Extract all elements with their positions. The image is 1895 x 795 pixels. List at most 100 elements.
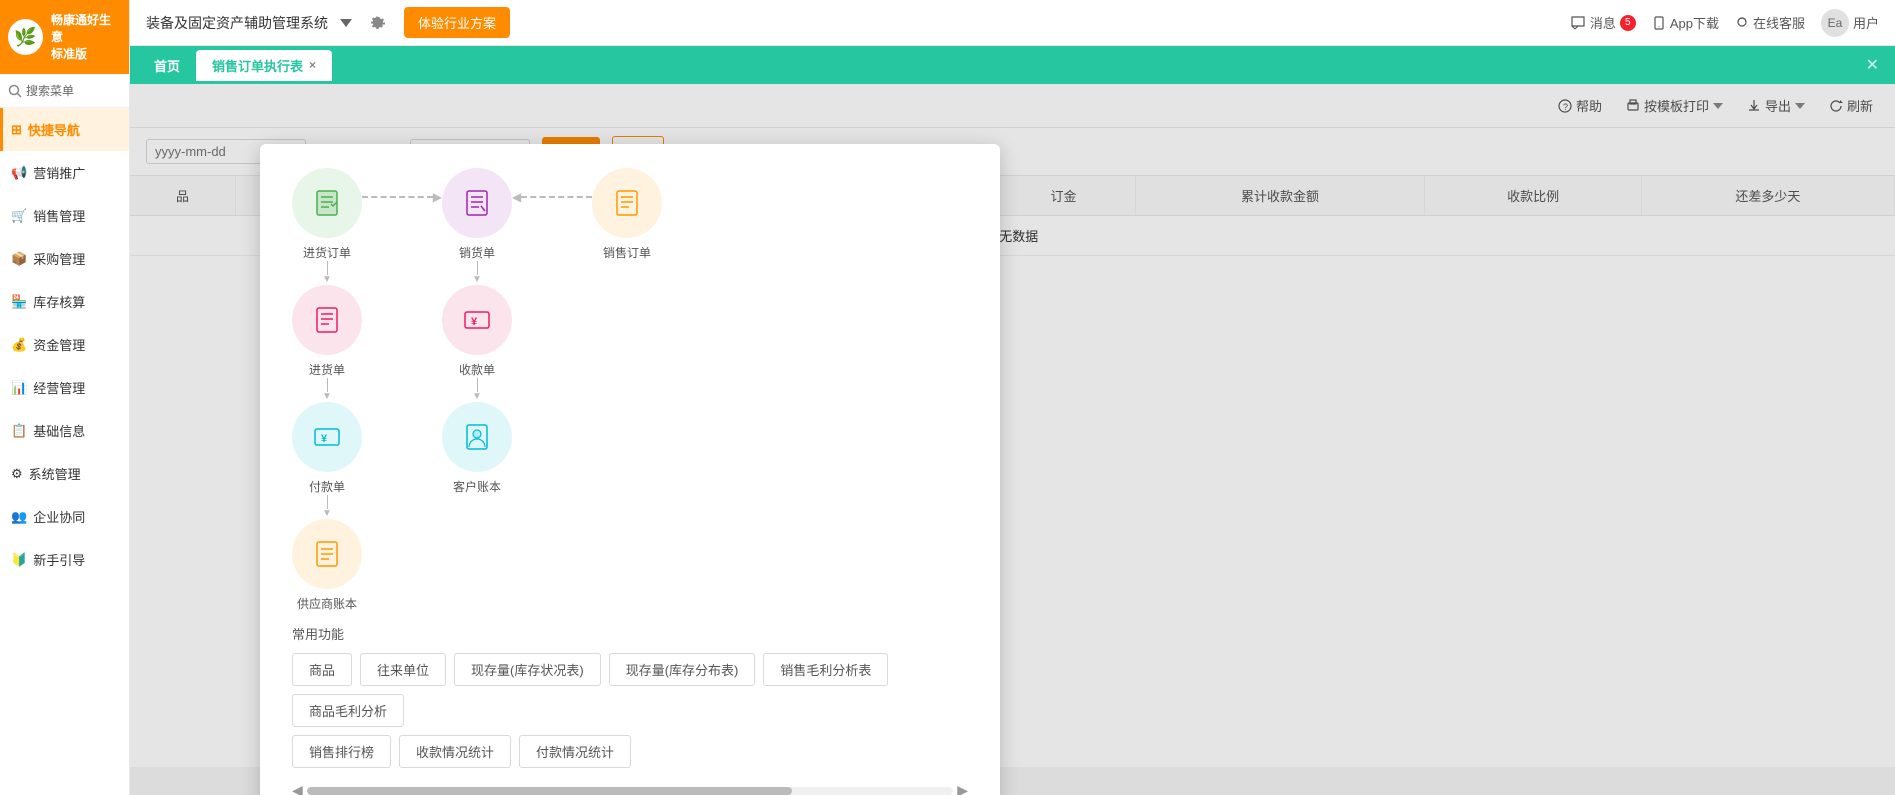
purchase-order-label: 进货订单 [303, 244, 351, 261]
common-btn-sales-rank[interactable]: 销售排行榜 [292, 735, 391, 768]
sidebar-item-label: 基础信息 [33, 421, 85, 440]
tabbar: 首页 销售订单执行表 × ✕ [130, 46, 1895, 84]
common-functions-title: 常用功能 [292, 624, 968, 643]
common-btn-inventory-status[interactable]: 现存量(库存状况表) [454, 653, 601, 686]
customer-ledger-icon [442, 402, 512, 472]
sidebar-item-quick-nav[interactable]: ⊞ 快捷导航 [0, 108, 129, 151]
tab-home[interactable]: 首页 [138, 50, 196, 81]
sidebar-search[interactable]: 搜索菜单 [0, 74, 129, 108]
logo-text: 畅康通好生意 标准版 [51, 12, 121, 62]
collab-icon: 👥 [11, 509, 27, 525]
sidebar-item-purchase[interactable]: 📦 采购管理 [0, 237, 129, 280]
tab-sales-order-exec-label: 销售订单执行表 [212, 56, 303, 75]
message-icon [1570, 15, 1586, 31]
sidebar-item-inventory[interactable]: 🏪 库存核算 [0, 280, 129, 323]
sidebar-item-label: 资金管理 [33, 335, 85, 354]
payment-bill-icon: ¥ [292, 402, 362, 472]
sidebar-item-label: 采购管理 [33, 249, 85, 268]
system-title: 装备及固定资产辅助管理系统 [146, 13, 328, 33]
close-window-btn[interactable]: ✕ [1858, 55, 1887, 75]
common-functions-section: 常用功能 商品 往来单位 现存量(库存状况表) 现存量(库存分布表) 销售毛利分… [292, 624, 968, 768]
user-avatar: Ea [1821, 9, 1849, 37]
online-service-label: 在线客服 [1753, 13, 1805, 32]
sidebar-item-sales[interactable]: 🛒 销售管理 [0, 194, 129, 237]
v-arrow-5: ▼ [472, 378, 482, 402]
finance-icon: 💰 [11, 337, 27, 353]
system-dropdown-btn[interactable] [340, 17, 352, 29]
sales-bill-label: 销货单 [459, 244, 495, 261]
sidebar-item-label: 销售管理 [33, 206, 85, 225]
sidebar-item-label: 快捷导航 [28, 120, 80, 139]
sidebar-item-collab[interactable]: 👥 企业协同 [0, 495, 129, 538]
receipt-bill-icon: ¥ [442, 285, 512, 355]
flow-item-supplier-ledger[interactable]: 供应商账本 [292, 519, 362, 612]
sidebar-item-basic[interactable]: 📋 基础信息 [0, 409, 129, 452]
common-btns-row1: 商品 往来单位 现存量(库存状况表) 现存量(库存分布表) 销售毛利分析表 商品… [292, 653, 968, 727]
flow-item-payment-bill[interactable]: ¥ 付款单 [292, 402, 362, 495]
quick-nav-icon: ⊞ [11, 122, 22, 138]
common-btn-sales-profit[interactable]: 销售毛利分析表 [763, 653, 888, 686]
user-avatar-btn[interactable]: Ea 用户 [1821, 9, 1879, 37]
sidebar-item-guide[interactable]: 🔰 新手引导 [0, 538, 129, 581]
sidebar-item-marketing[interactable]: 📢 营销推广 [0, 151, 129, 194]
flow-item-purchase-order[interactable]: 进货订单 [292, 168, 362, 261]
operations-icon: 📊 [11, 380, 27, 396]
sidebar: 🌿 畅康通好生意 标准版 搜索菜单 ⊞ 快捷导航 📢 营销推广 🛒 [0, 0, 130, 795]
common-btn-inventory-dist[interactable]: 现存量(库存分布表) [609, 653, 756, 686]
tab-close-btn[interactable]: × [309, 58, 316, 72]
headset-icon [1735, 16, 1749, 30]
inventory-icon: 🏪 [11, 294, 27, 310]
phone-icon [1652, 16, 1666, 30]
page-area: ? 帮助 按模板打印 导出 刷新 [130, 84, 1895, 795]
common-btn-payment-stats[interactable]: 付款情况统计 [519, 735, 631, 768]
sidebar-item-finance[interactable]: 💰 资金管理 [0, 323, 129, 366]
scrollbar-thumb [307, 787, 792, 795]
marketing-icon: 📢 [11, 165, 27, 181]
experience-btn[interactable]: 体验行业方案 [404, 7, 510, 38]
sidebar-search-label: 搜索菜单 [26, 82, 74, 99]
app-download-btn[interactable]: App下载 [1652, 13, 1719, 32]
supplier-ledger-icon [292, 519, 362, 589]
sales-order-label: 销售订单 [603, 244, 651, 261]
tab-home-label: 首页 [154, 56, 180, 75]
settings-gear-btn[interactable] [364, 9, 392, 37]
scrollbar-left-btn[interactable]: ◀ [292, 782, 303, 795]
gear-icon [370, 15, 386, 31]
flow-item-purchase-bill[interactable]: 进货单 [292, 285, 362, 378]
flow-item-sales-order[interactable]: 销售订单 [592, 168, 662, 261]
user-label: 用户 [1853, 13, 1879, 32]
flow-item-customer-ledger[interactable]: 客户账本 [442, 402, 512, 495]
common-btn-receipt-stats[interactable]: 收款情况统计 [399, 735, 511, 768]
v-arrow-3: ▼ [322, 495, 332, 519]
sidebar-item-label: 系统管理 [29, 464, 81, 483]
flow-item-sales-bill[interactable]: 销货单 [442, 168, 512, 261]
popup-overlay[interactable]: 进货订单 ▼ 进 [130, 84, 1895, 795]
receipt-bill-label: 收款单 [459, 361, 495, 378]
svg-text:¥: ¥ [321, 433, 328, 445]
sidebar-item-label: 库存核算 [33, 292, 85, 311]
online-service-btn[interactable]: 在线客服 [1735, 13, 1805, 32]
common-btn-product-profit[interactable]: 商品毛利分析 [292, 694, 404, 727]
common-btn-product[interactable]: 商品 [292, 653, 352, 686]
sidebar-item-system[interactable]: ⚙ 系统管理 [0, 452, 129, 495]
sidebar-logo[interactable]: 🌿 畅康通好生意 标准版 [0, 0, 129, 74]
sidebar-item-label: 新手引导 [33, 550, 85, 569]
purchase-bill-label: 进货单 [309, 361, 345, 378]
purchase-order-icon [292, 168, 362, 238]
popup-box: 进货订单 ▼ 进 [260, 144, 1000, 795]
flow-item-receipt-bill[interactable]: ¥ 收款单 [442, 285, 512, 378]
message-btn[interactable]: 消息 5 [1570, 13, 1636, 32]
tab-sales-order-exec[interactable]: 销售订单执行表 × [196, 50, 332, 81]
main-content: 装备及固定资产辅助管理系统 体验行业方案 消息 5 App下载 [130, 0, 1895, 795]
common-btn-partner[interactable]: 往来单位 [360, 653, 446, 686]
basic-icon: 📋 [11, 423, 27, 439]
topbar: 装备及固定资产辅助管理系统 体验行业方案 消息 5 App下载 [130, 0, 1895, 46]
topbar-right: 消息 5 App下载 在线客服 Ea 用户 [1570, 9, 1879, 37]
sidebar-item-operations[interactable]: 📊 经营管理 [0, 366, 129, 409]
scrollbar-track[interactable] [307, 787, 953, 795]
supplier-ledger-label: 供应商账本 [297, 595, 357, 612]
scrollbar-right-btn[interactable]: ▶ [957, 782, 968, 795]
popup-scrollbar: ◀ ▶ [292, 782, 968, 795]
payment-bill-label: 付款单 [309, 478, 345, 495]
app-download-label: App下载 [1670, 13, 1719, 32]
